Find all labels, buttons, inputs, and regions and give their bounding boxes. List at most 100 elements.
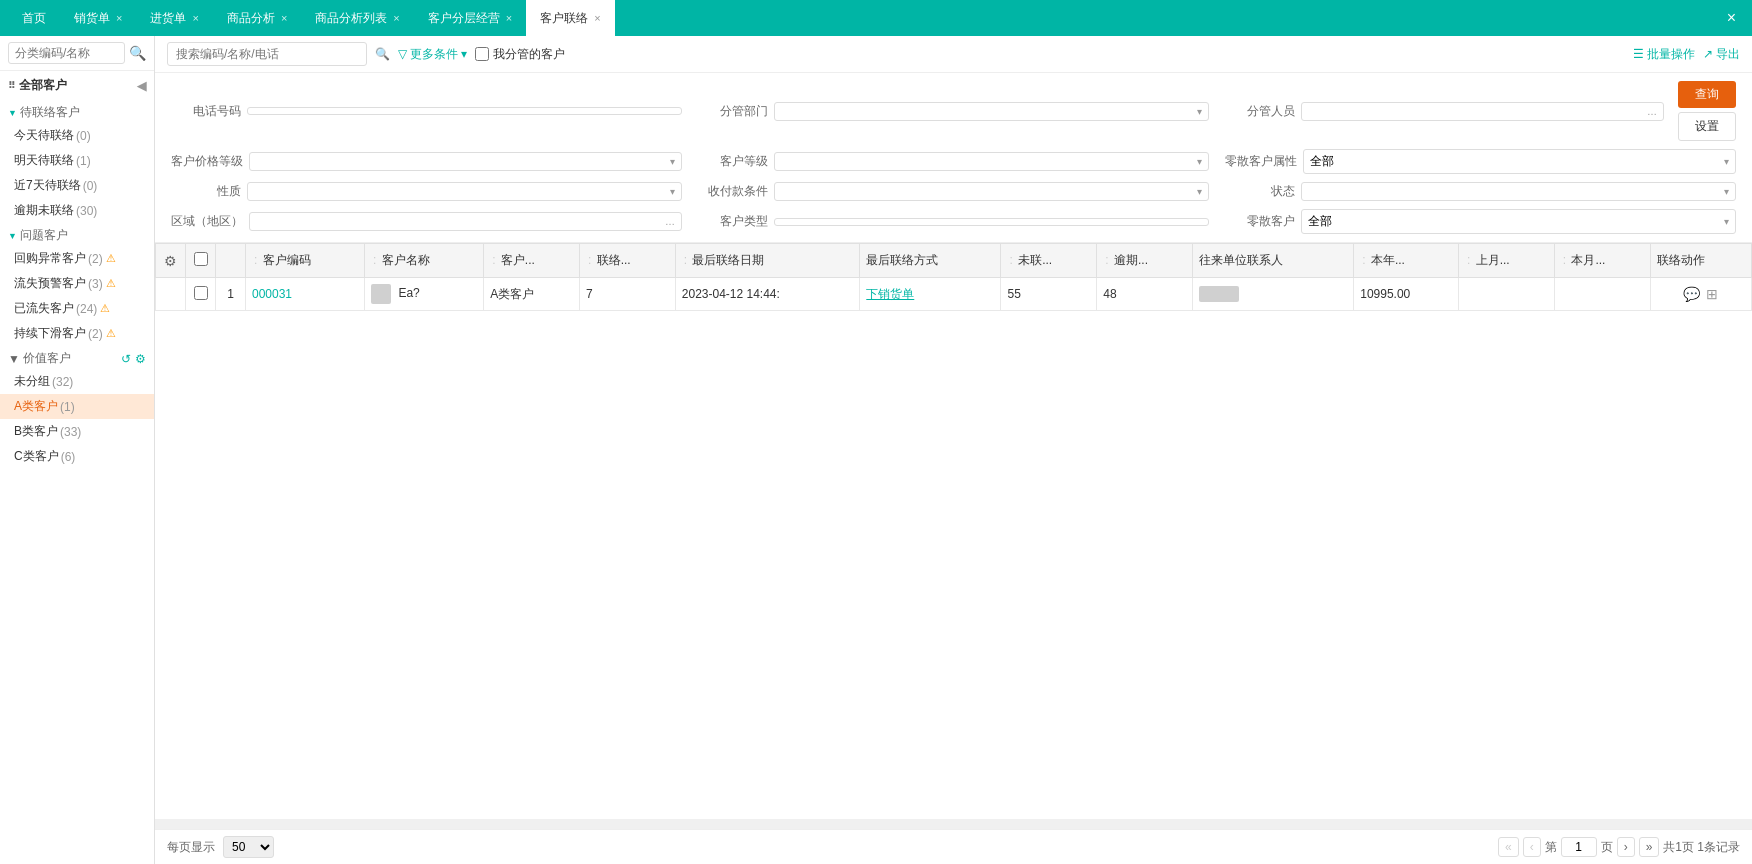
- search-icon[interactable]: 🔍: [129, 45, 146, 61]
- chevron-down-icon: ▾: [1724, 186, 1729, 197]
- th-check[interactable]: [186, 244, 216, 278]
- settings-icon[interactable]: ⚙: [135, 352, 146, 366]
- filter-input-customer-level[interactable]: ▾: [774, 152, 1209, 171]
- close-icon[interactable]: ×: [506, 12, 512, 24]
- batch-op-button[interactable]: ☰ 批量操作: [1633, 46, 1695, 63]
- prev-page-button[interactable]: ‹: [1523, 837, 1541, 857]
- tab-customer-tier[interactable]: 客户分层经营 ×: [414, 0, 526, 36]
- filter-row-type: 客户类型: [698, 209, 1209, 234]
- my-customers-check[interactable]: [475, 47, 489, 61]
- search-icon[interactable]: 🔍: [375, 47, 390, 61]
- qr-icon[interactable]: ⊞: [1706, 286, 1718, 302]
- filter-actions: ☰ 批量操作 ↗ 导出: [1633, 46, 1740, 63]
- row-checkbox[interactable]: [194, 286, 208, 300]
- close-icon[interactable]: ×: [594, 12, 600, 24]
- filter-input-payment[interactable]: ▾: [774, 182, 1209, 201]
- sidebar-item-declining[interactable]: 持续下滑客户 (2) ⚠: [0, 321, 154, 346]
- filter-input-dept[interactable]: ▾: [774, 102, 1209, 121]
- filter-input-type[interactable]: [774, 218, 1209, 226]
- td-gear: [156, 278, 186, 311]
- sidebar-item-class-c[interactable]: C类客户 (6): [0, 444, 154, 469]
- td-overdue: 48: [1097, 278, 1193, 311]
- tab-product-list[interactable]: 商品分析列表 ×: [301, 0, 413, 36]
- sidebar-item-class-b[interactable]: B类客户 (33): [0, 419, 154, 444]
- all-customers-header[interactable]: ⠿ 全部客户 ◀: [0, 71, 154, 100]
- sidebar-item-7days[interactable]: 近7天待联络 (0): [0, 173, 154, 198]
- th-contact-count: : 联络...: [579, 244, 675, 278]
- sidebar-item-tomorrow[interactable]: 明天待联络 (1): [0, 148, 154, 173]
- horizontal-scrollbar[interactable]: [155, 819, 1752, 829]
- th-overdue: : 逾期...: [1097, 244, 1193, 278]
- filter-row-customer-level: 客户等级 ▾: [698, 149, 1209, 174]
- filter-input-price-level[interactable]: ▾: [249, 152, 682, 171]
- action-icons: 💬 ⊞: [1657, 286, 1745, 302]
- gear-icon[interactable]: ⚙: [164, 253, 177, 269]
- filter-input-person[interactable]: …: [1301, 102, 1664, 121]
- filter-input-sparse[interactable]: 全部 ▾: [1301, 209, 1736, 234]
- tab-product-analysis[interactable]: 商品分析 ×: [213, 0, 301, 36]
- my-customers-checkbox[interactable]: 我分管的客户: [475, 46, 565, 63]
- td-last-contact-date: 2023-04-12 14:44:: [675, 278, 860, 311]
- filter-input-phone[interactable]: [247, 107, 682, 115]
- tab-home[interactable]: 首页: [8, 0, 60, 36]
- td-action[interactable]: 💬 ⊞: [1650, 278, 1751, 311]
- page-number-input[interactable]: [1561, 837, 1597, 857]
- th-customer-type: : 客户...: [484, 244, 580, 278]
- sidebar-item-repurchase[interactable]: 回购异常客户 (2) ⚠: [0, 246, 154, 271]
- filter-bar: 🔍 ▽ 更多条件 ▾ 我分管的客户 ☰ 批量操作 ↗ 导出: [155, 36, 1752, 73]
- last-page-button[interactable]: »: [1639, 837, 1660, 857]
- scroll-bar-inner: [155, 819, 1752, 820]
- filter-input-sparse-attr[interactable]: 全部 ▾: [1303, 149, 1736, 174]
- refresh-icon[interactable]: ↺: [121, 352, 131, 366]
- filter-input-nature[interactable]: ▾: [247, 182, 682, 201]
- sidebar-item-churned[interactable]: 已流失客户 (24) ⚠: [0, 296, 154, 321]
- sidebar-item-unclassified[interactable]: 未分组 (32): [0, 369, 154, 394]
- filter-input-region[interactable]: …: [249, 212, 682, 231]
- close-icon[interactable]: ×: [192, 12, 198, 24]
- total-pages-label: 页: [1601, 839, 1613, 856]
- sidebar-item-class-a[interactable]: A类客户 (1): [0, 394, 154, 419]
- export-button[interactable]: ↗ 导出: [1703, 46, 1740, 63]
- sidebar-item-today[interactable]: 今天待联络 (0): [0, 123, 154, 148]
- filter-search-input[interactable]: [167, 42, 367, 66]
- main-layout: 🔍 ⠿ 全部客户 ◀ ▼ 待联络客户 今天待联络 (0) 明天待联络 (1) 近…: [0, 36, 1752, 864]
- th-index: [216, 244, 246, 278]
- query-button[interactable]: 查询: [1678, 81, 1736, 108]
- collapse-icon[interactable]: ◀: [137, 79, 146, 93]
- filter-input-status[interactable]: ▾: [1301, 182, 1736, 201]
- filter-label-price-level: 客户价格等级: [171, 153, 243, 170]
- message-icon[interactable]: 💬: [1683, 286, 1700, 302]
- sidebar: 🔍 ⠿ 全部客户 ◀ ▼ 待联络客户 今天待联络 (0) 明天待联络 (1) 近…: [0, 36, 155, 864]
- next-page-button[interactable]: ›: [1617, 837, 1635, 857]
- td-customer-code[interactable]: 000031: [246, 278, 365, 311]
- td-check[interactable]: [186, 278, 216, 311]
- settings-button[interactable]: 设置: [1678, 112, 1736, 141]
- page-nav: « ‹ 第 页 › » 共1页 1条记录: [1498, 837, 1740, 857]
- th-this-year: : 本年...: [1354, 244, 1459, 278]
- filter-label-payment: 收付款条件: [698, 183, 768, 200]
- chevron-down-icon: ▾: [670, 186, 675, 197]
- close-icon[interactable]: ×: [116, 12, 122, 24]
- filter-label-region: 区域（地区）: [171, 213, 243, 230]
- th-uncontacted: : 未联...: [1001, 244, 1097, 278]
- close-icon[interactable]: ×: [393, 12, 399, 24]
- td-last-contact-method[interactable]: 下销货单: [860, 278, 1001, 311]
- table-body: 1 000031 Ea? A类客户 7 2023-04-12 14:44: 下销…: [156, 278, 1752, 311]
- close-icon[interactable]: ×: [281, 12, 287, 24]
- sidebar-item-overdue[interactable]: 逾期未联络 (30): [0, 198, 154, 223]
- tab-sales[interactable]: 销货单 ×: [60, 0, 136, 36]
- export-icon: ↗: [1703, 47, 1713, 61]
- chevron-down-icon: ▾: [1197, 106, 1202, 117]
- th-gear[interactable]: ⚙: [156, 244, 186, 278]
- close-all-button[interactable]: ×: [1719, 9, 1744, 27]
- select-all-checkbox[interactable]: [194, 252, 208, 266]
- tab-purchase[interactable]: 进货单 ×: [136, 0, 212, 36]
- more-filters-button[interactable]: ▽ 更多条件 ▾: [398, 46, 467, 63]
- tab-customer-contact[interactable]: 客户联络 ×: [526, 0, 614, 36]
- page-size-select[interactable]: 50 100 200: [223, 836, 274, 858]
- sidebar-item-churn-warning[interactable]: 流失预警客户 (3) ⚠: [0, 271, 154, 296]
- first-page-button[interactable]: «: [1498, 837, 1519, 857]
- filter-label-nature: 性质: [171, 183, 241, 200]
- sidebar-search-area: 🔍: [0, 36, 154, 71]
- sidebar-search-input[interactable]: [8, 42, 125, 64]
